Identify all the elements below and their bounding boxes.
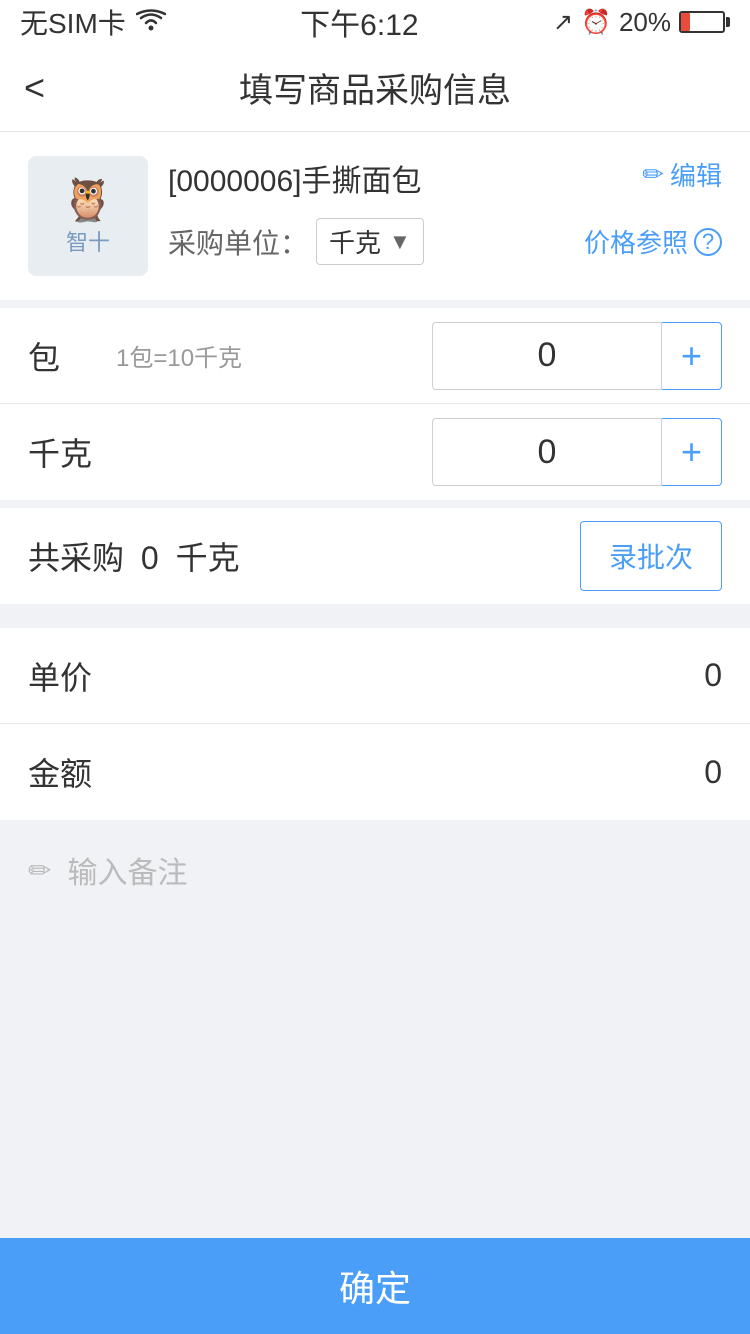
page-title: 填写商品采购信息 [239,63,511,112]
pencil-icon: ✏ [28,854,51,887]
kg-quantity-input[interactable] [432,418,662,486]
empty-area [0,920,750,1260]
nav-bar: < 填写商品采购信息 [0,44,750,132]
unit-value: 千克 [329,223,381,260]
location-icon: ↗ [553,8,573,37]
total-label: 共采购 0 千克 [28,533,240,579]
kg-label: 千克 [28,429,108,475]
info-icon: ? [694,228,722,256]
kg-input-control: + [432,418,722,486]
back-button[interactable]: < [24,67,45,109]
wifi-icon [136,6,166,38]
status-bar: 无SIM卡 下午6:12 ↗ ⏰ 20% [0,0,750,44]
amount-row: 金额 0 [0,724,750,820]
amount-value: 0 [704,754,722,791]
bag-plus-button[interactable]: + [662,322,722,390]
bag-input-control: + [432,322,722,390]
price-section: 单价 0 金额 0 [0,620,750,820]
kg-plus-button[interactable]: + [662,418,722,486]
alarm-icon: ⏰ [581,8,611,37]
confirm-button[interactable]: 确定 [0,1238,750,1334]
status-left: 无SIM卡 [20,2,166,42]
total-section: 共采购 0 千克 录批次 [0,500,750,604]
unit-price-row: 单价 0 [0,628,750,724]
time-label: 下午6:12 [300,0,418,44]
edit-button[interactable]: ✏ 编辑 [642,156,722,193]
bag-quantity-input[interactable] [432,322,662,390]
edit-label: 编辑 [670,156,722,193]
amount-label: 金额 [28,749,92,795]
product-image: 🦉 智十 [28,156,148,276]
unit-label: 采购单位： [168,222,308,262]
product-info: [0000006]手撕面包 ✏ 编辑 采购单位： 千克 ▼ 价格参照 ? [168,156,722,265]
price-ref-label: 价格参照 [584,223,688,260]
section-divider-1 [0,604,750,612]
input-section: 包 1包=10千克 + 千克 + [0,308,750,500]
total-value: 0 [141,540,159,576]
product-card: 🦉 智十 [0000006]手撕面包 ✏ 编辑 采购单位： 千克 ▼ 价格参照 … [0,132,750,308]
bag-input-row: 包 1包=10千克 + [0,308,750,404]
carrier-label: 无SIM卡 [20,2,126,42]
edit-icon: ✏ [642,159,664,190]
remark-section[interactable]: ✏ 输入备注 [0,820,750,920]
battery-icon [679,11,730,33]
record-batch-button[interactable]: 录批次 [580,521,722,591]
bag-label: 包 [28,333,108,379]
product-name: [0000006]手撕面包 [168,156,622,200]
total-unit: 千克 [176,540,240,576]
unit-selector[interactable]: 千克 ▼ [316,218,424,265]
unit-price-value: 0 [704,657,722,694]
dropdown-arrow-icon: ▼ [389,229,411,255]
price-ref-button[interactable]: 价格参照 ? [584,223,722,260]
remark-placeholder: 输入备注 [67,848,187,892]
unit-price-label: 单价 [28,653,92,699]
product-image-label: 智十 [66,225,110,257]
kg-input-row: 千克 + [0,404,750,500]
bag-hint: 1包=10千克 [116,338,432,373]
product-owl-icon: 🦉 [62,176,114,225]
total-row: 共采购 0 千克 录批次 [0,508,750,604]
battery-percent: 20% [619,7,671,38]
status-right: ↗ ⏰ 20% [553,7,730,38]
